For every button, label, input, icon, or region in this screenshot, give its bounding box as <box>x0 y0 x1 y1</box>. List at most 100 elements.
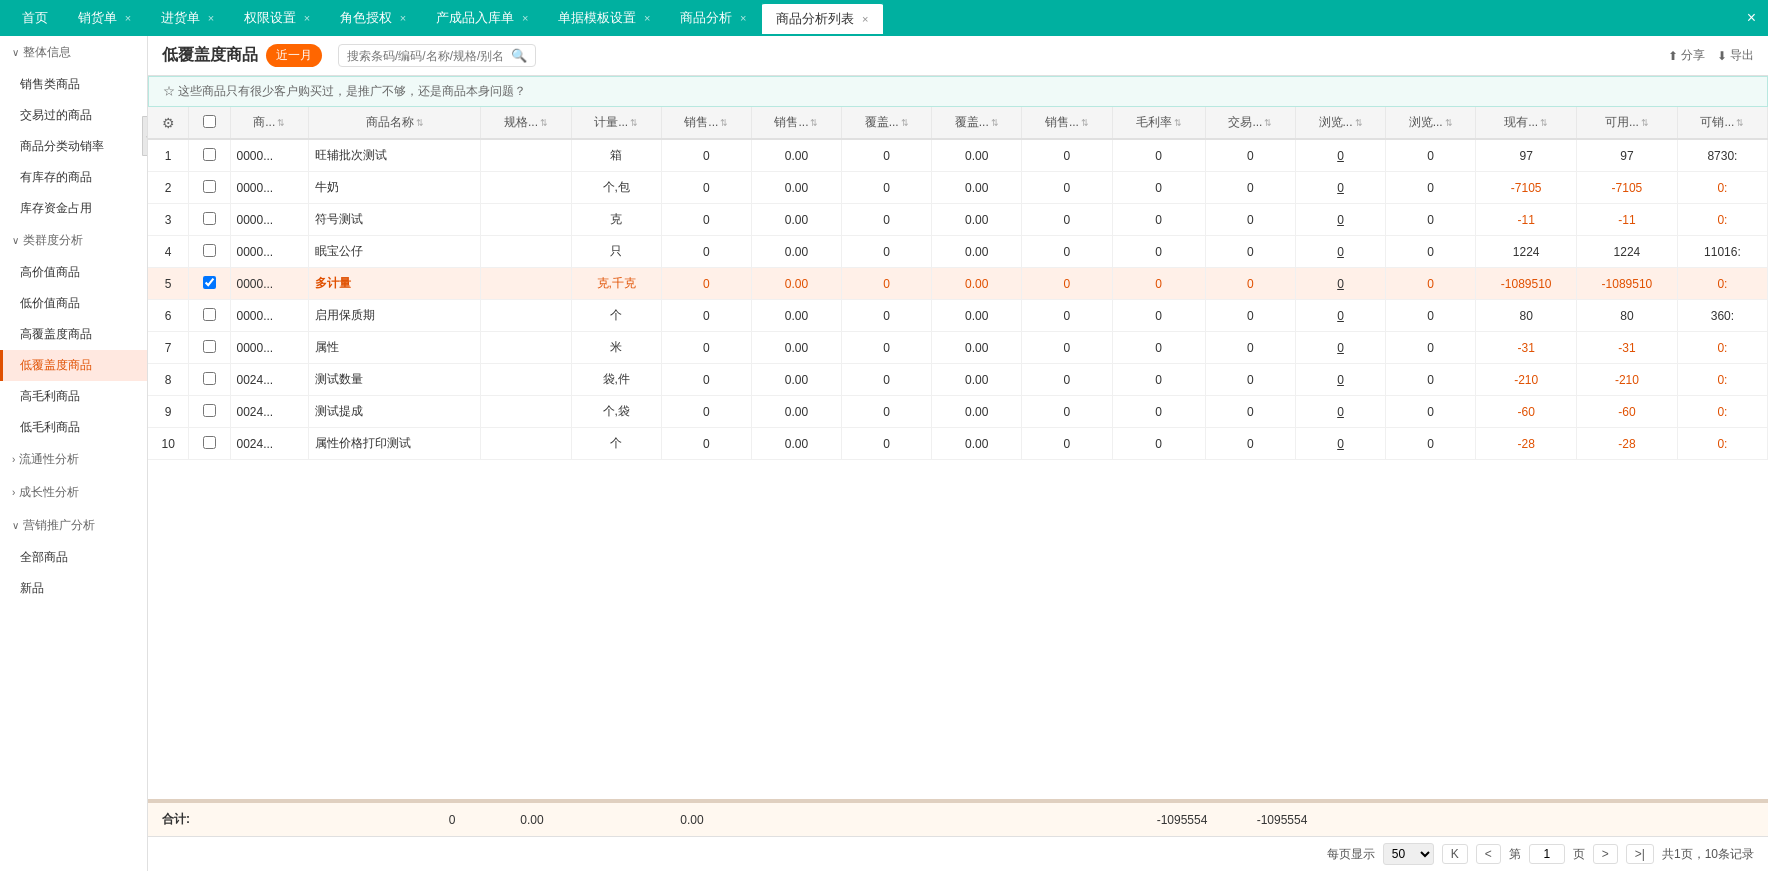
row-checkbox[interactable] <box>203 212 216 225</box>
sort-icon[interactable]: ⇅ <box>630 118 638 128</box>
cell-checkbox[interactable] <box>189 139 230 172</box>
th-browse2[interactable]: 浏览...⇅ <box>1386 107 1476 139</box>
sidebar-section-flow[interactable]: › 流通性分析 <box>0 443 147 476</box>
prev-page-button[interactable]: < <box>1476 844 1501 864</box>
sort-icon[interactable]: ⇅ <box>1264 118 1272 128</box>
sidebar-item-low-value[interactable]: 低价值商品 <box>0 288 147 319</box>
th-available-stock[interactable]: 可用...⇅ <box>1577 107 1678 139</box>
cell-browse1[interactable]: 0 <box>1295 428 1385 460</box>
cell-browse1[interactable]: 0 <box>1295 332 1385 364</box>
th-spec[interactable]: 规格...⇅ <box>481 107 571 139</box>
sort-icon[interactable]: ⇅ <box>901 118 909 128</box>
sidebar-item-stocked-goods[interactable]: 有库存的商品 <box>0 162 147 193</box>
cell-browse1[interactable]: 0 <box>1295 236 1385 268</box>
sidebar-item-low-margin[interactable]: 低毛利商品 <box>0 412 147 443</box>
sidebar-item-low-coverage[interactable]: 低覆盖度商品 <box>0 350 147 381</box>
sidebar-item-traded-goods[interactable]: 交易过的商品 <box>0 100 147 131</box>
row-checkbox[interactable] <box>203 372 216 385</box>
th-name[interactable]: 商品名称⇅ <box>309 107 481 139</box>
nav-tab-analysis[interactable]: 商品分析 × <box>666 3 760 33</box>
th-current-stock[interactable]: 现有...⇅ <box>1476 107 1577 139</box>
nav-tab-roles[interactable]: 角色授权 × <box>326 3 420 33</box>
th-sales3[interactable]: 销售...⇅ <box>1022 107 1112 139</box>
nav-tab-home[interactable]: 首页 <box>8 3 62 33</box>
row-checkbox[interactable] <box>203 276 216 289</box>
nav-tab-sales[interactable]: 销货单 × <box>64 3 145 33</box>
cell-checkbox[interactable] <box>189 364 230 396</box>
th-checkbox[interactable] <box>189 107 230 139</box>
sidebar-item-all-goods[interactable]: 全部商品 <box>0 542 147 573</box>
close-icon[interactable]: × <box>644 12 650 24</box>
sidebar-item-high-coverage[interactable]: 高覆盖度商品 <box>0 319 147 350</box>
nav-tab-products[interactable]: 产成品入库单 × <box>422 3 542 33</box>
nav-tab-analysis-list[interactable]: 商品分析列表 × <box>762 2 882 34</box>
th-coverage2[interactable]: 覆盖...⇅ <box>932 107 1022 139</box>
sort-icon[interactable]: ⇅ <box>720 118 728 128</box>
sort-icon[interactable]: ⇅ <box>1641 118 1649 128</box>
th-code[interactable]: 商...⇅ <box>230 107 309 139</box>
sort-icon[interactable]: ⇅ <box>1445 118 1453 128</box>
next-page-button[interactable]: > <box>1593 844 1618 864</box>
cell-checkbox[interactable] <box>189 204 230 236</box>
export-button[interactable]: ⬇ 导出 <box>1717 47 1754 64</box>
search-input[interactable] <box>347 49 507 63</box>
cell-browse1[interactable]: 0 <box>1295 300 1385 332</box>
sort-icon[interactable]: ⇅ <box>1540 118 1548 128</box>
row-checkbox[interactable] <box>203 148 216 161</box>
close-icon[interactable]: × <box>400 12 406 24</box>
th-unit[interactable]: 计量...⇅ <box>571 107 661 139</box>
row-checkbox[interactable] <box>203 436 216 449</box>
th-browse1[interactable]: 浏览...⇅ <box>1295 107 1385 139</box>
sort-icon[interactable]: ⇅ <box>1174 118 1182 128</box>
close-icon[interactable]: × <box>740 12 746 24</box>
nav-tab-template[interactable]: 单据模板设置 × <box>544 3 664 33</box>
th-saleable[interactable]: 可销...⇅ <box>1677 107 1767 139</box>
settings-icon[interactable]: ⚙ <box>162 115 175 131</box>
share-button[interactable]: ⬆ 分享 <box>1668 47 1705 64</box>
close-icon[interactable]: × <box>125 12 131 24</box>
cell-checkbox[interactable] <box>189 268 230 300</box>
cell-checkbox[interactable] <box>189 396 230 428</box>
search-icon[interactable]: 🔍 <box>511 48 527 63</box>
row-checkbox[interactable] <box>203 244 216 257</box>
th-gross-margin[interactable]: 毛利率⇅ <box>1112 107 1205 139</box>
cell-browse1[interactable]: 0 <box>1295 172 1385 204</box>
sidebar-section-group[interactable]: ∨ 类群度分析 <box>0 224 147 257</box>
th-transaction[interactable]: 交易...⇅ <box>1205 107 1295 139</box>
cell-browse1[interactable]: 0 <box>1295 364 1385 396</box>
sort-icon[interactable]: ⇅ <box>540 118 548 128</box>
sort-icon[interactable]: ⇅ <box>810 118 818 128</box>
cell-checkbox[interactable] <box>189 428 230 460</box>
close-icon[interactable]: × <box>208 12 214 24</box>
sort-icon[interactable]: ⇅ <box>1736 118 1744 128</box>
close-icon[interactable]: × <box>862 13 868 25</box>
sidebar-item-new-goods[interactable]: 新品 <box>0 573 147 604</box>
cell-browse1[interactable]: 0 <box>1295 139 1385 172</box>
last-page-button[interactable]: >| <box>1626 844 1654 864</box>
time-filter-button[interactable]: 近一月 <box>266 44 322 67</box>
cell-checkbox[interactable] <box>189 300 230 332</box>
row-checkbox[interactable] <box>203 180 216 193</box>
sidebar-item-category-rate[interactable]: 商品分类动销率 <box>0 131 147 162</box>
first-page-button[interactable]: K <box>1442 844 1468 864</box>
cell-browse1[interactable]: 0 <box>1295 396 1385 428</box>
th-coverage1[interactable]: 覆盖...⇅ <box>842 107 932 139</box>
sort-icon[interactable]: ⇅ <box>991 118 999 128</box>
select-all-checkbox[interactable] <box>203 115 216 128</box>
page-number-input[interactable] <box>1529 844 1565 864</box>
sidebar-section-growth[interactable]: › 成长性分析 <box>0 476 147 509</box>
sort-icon[interactable]: ⇅ <box>277 118 285 128</box>
nav-tab-permissions[interactable]: 权限设置 × <box>230 3 324 33</box>
row-checkbox[interactable] <box>203 308 216 321</box>
close-all-button[interactable]: × <box>1743 5 1760 31</box>
th-sales-amount[interactable]: 销售...⇅ <box>751 107 841 139</box>
cell-browse1[interactable]: 0 <box>1295 204 1385 236</box>
per-page-select[interactable]: 50 20 100 <box>1383 843 1434 865</box>
cell-browse1[interactable]: 0 <box>1295 268 1385 300</box>
close-icon[interactable]: × <box>522 12 528 24</box>
sort-icon[interactable]: ⇅ <box>1355 118 1363 128</box>
sidebar-section-marketing[interactable]: ∨ 营销推广分析 <box>0 509 147 542</box>
sidebar-item-sales-goods[interactable]: 销售类商品 <box>0 69 147 100</box>
sidebar-item-stock-capital[interactable]: 库存资金占用 <box>0 193 147 224</box>
th-sales-count[interactable]: 销售...⇅ <box>661 107 751 139</box>
